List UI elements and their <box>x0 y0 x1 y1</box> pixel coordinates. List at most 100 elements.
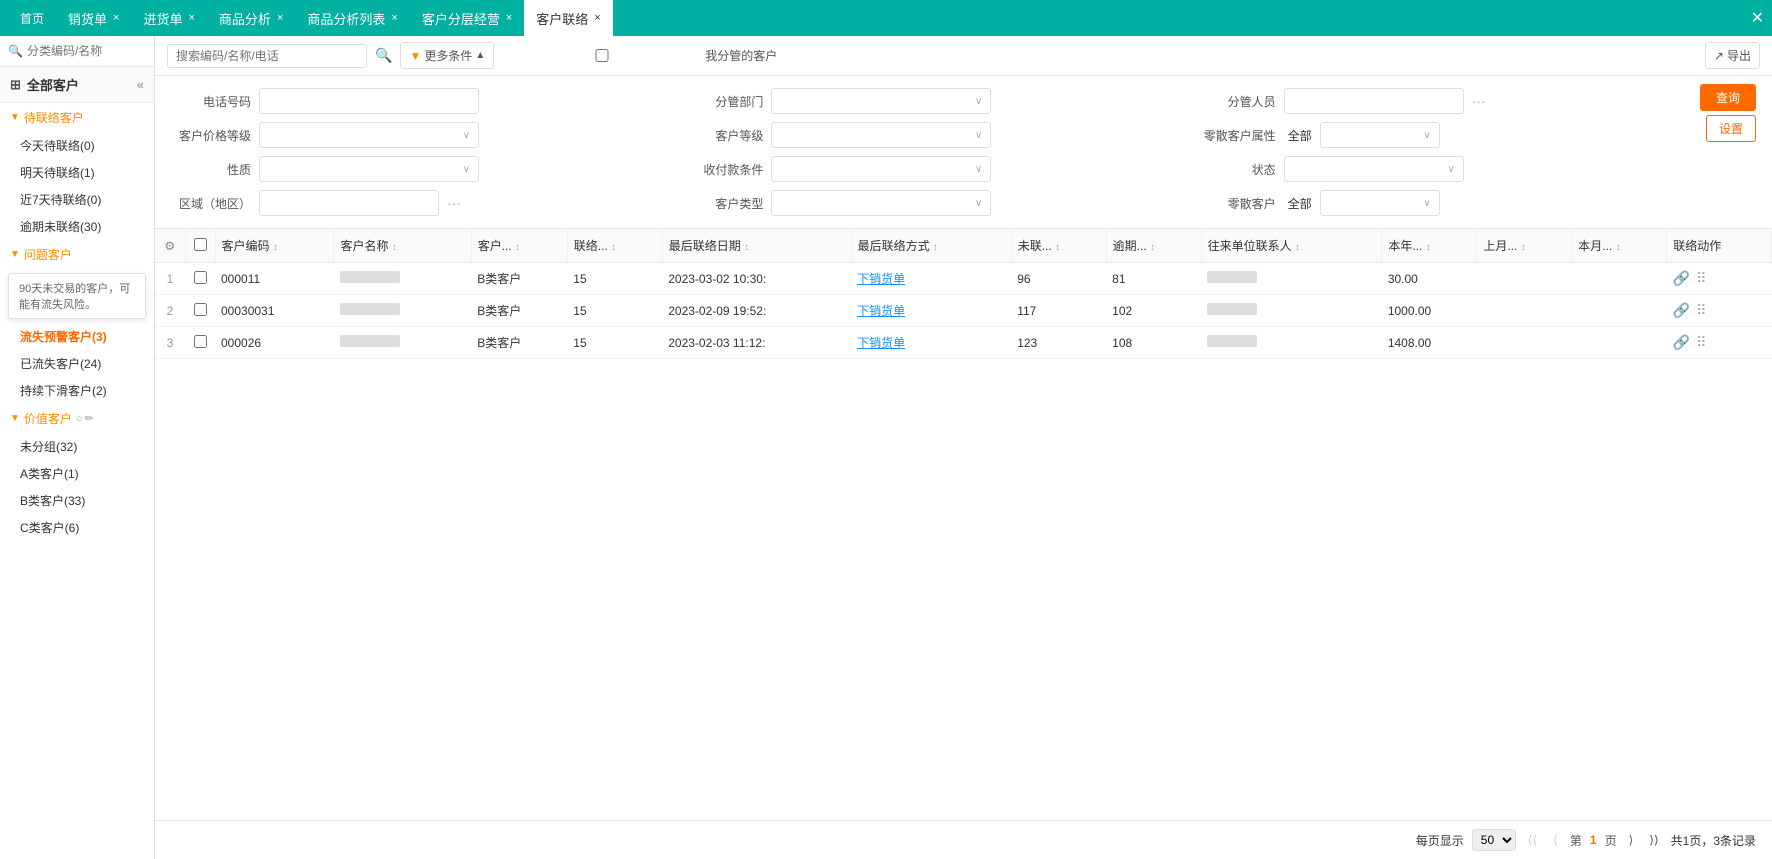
row-checkbox[interactable] <box>185 263 215 295</box>
close-all-btn[interactable]: ✕ <box>1751 8 1764 28</box>
sidebar-item-churned[interactable]: 已流失客户(24) <box>0 350 154 377</box>
th-gear[interactable]: ⚙ <box>155 229 185 263</box>
cell-last-contact-method[interactable]: 下销货单 <box>851 295 1011 327</box>
tab-purchase[interactable]: 进货单 × <box>131 0 206 36</box>
sidebar-group-pending[interactable]: ▼ 待联络客户 <box>0 103 154 132</box>
action-link-icon[interactable]: 🔗 <box>1673 334 1690 351</box>
cust-type-select[interactable]: ∨ <box>771 190 991 216</box>
phone-input[interactable] <box>259 88 479 114</box>
cell-last-contact-method[interactable]: 下销货单 <box>851 327 1011 359</box>
sidebar-collapse-btn[interactable]: « <box>137 77 144 92</box>
sidebar-item-today[interactable]: 今天待联络(0) <box>0 132 154 159</box>
sidebar-item-c-class[interactable]: C类客户(6) <box>0 514 154 541</box>
cell-contact: 15 <box>567 263 662 295</box>
action-link-icon[interactable]: 🔗 <box>1673 270 1690 287</box>
cust-level-select[interactable]: ∨ <box>771 122 991 148</box>
nature-select[interactable]: ∨ <box>259 156 479 182</box>
sidebar-item-tomorrow[interactable]: 明天待联络(1) <box>0 159 154 186</box>
action-more-icon[interactable]: ⠿ <box>1696 334 1706 351</box>
settings-button[interactable]: 设置 <box>1706 115 1756 142</box>
cell-last-contact-method[interactable]: 下销货单 <box>851 263 1011 295</box>
th-this-month[interactable]: 本月... ↕ <box>1572 229 1667 263</box>
tab-analysis[interactable]: 商品分析 × <box>207 0 295 36</box>
cell-this-month <box>1572 327 1667 359</box>
action-more-icon[interactable]: ⠿ <box>1696 270 1706 287</box>
sidebar-item-ungrouped[interactable]: 未分组(32) <box>0 433 154 460</box>
sort-method-icon: ↕ <box>933 242 938 253</box>
per-page-select[interactable]: 50 <box>1472 829 1516 851</box>
retail-attr-select[interactable]: ∨ <box>1320 122 1440 148</box>
query-button[interactable]: 查询 <box>1700 84 1756 111</box>
cell-unit-contact <box>1201 327 1382 359</box>
select-all-checkbox[interactable] <box>194 238 207 251</box>
home-tab[interactable]: 首页 <box>8 0 56 36</box>
payment-select[interactable]: ∨ <box>771 156 991 182</box>
chevron-retail-icon: ∨ <box>1423 130 1430 141</box>
filter-col-retail-attr: 零散客户属性 全部 ∨ <box>1196 122 1700 148</box>
dept-select[interactable]: ∨ <box>771 88 991 114</box>
next-page-btn[interactable]: ⟩ <box>1625 831 1638 849</box>
th-this-year[interactable]: 本年... ↕ <box>1382 229 1477 263</box>
payment-label: 收付款条件 <box>683 161 763 178</box>
sidebar-item-overdue[interactable]: 逾期未联络(30) <box>0 213 154 240</box>
th-name[interactable]: 客户名称 ↕ <box>334 229 471 263</box>
close-analysis-tab[interactable]: × <box>277 12 283 24</box>
gear-icon[interactable]: ⚙ <box>164 239 175 253</box>
th-not-contacted[interactable]: 未联... ↕ <box>1011 229 1106 263</box>
region-dots-btn[interactable]: ··· <box>447 195 461 211</box>
sidebar-group-problem[interactable]: ▼ 问题客户 <box>0 240 154 269</box>
manager-dots-btn[interactable]: ··· <box>1472 93 1486 109</box>
sidebar-item-declining[interactable]: 持续下滑客户(2) <box>0 377 154 404</box>
row-checkbox[interactable] <box>185 295 215 327</box>
manager-input[interactable] <box>1284 88 1464 114</box>
first-page-btn[interactable]: ⟨⟨ <box>1524 831 1541 849</box>
my-customers-checkbox[interactable]: 我分管的客户 <box>502 47 777 64</box>
sidebar-item-b-class[interactable]: B类客户(33) <box>0 487 154 514</box>
close-customer-contact-tab[interactable]: × <box>594 12 600 24</box>
action-link-icon[interactable]: 🔗 <box>1673 302 1690 319</box>
table-row: 3 000026 B类客户 15 2023-02-03 11:12: 下销货单 … <box>155 327 1772 359</box>
cell-contact: 15 <box>567 327 662 359</box>
price-level-select[interactable]: ∨ <box>259 122 479 148</box>
th-last-contact-date[interactable]: 最后联络日期 ↕ <box>662 229 851 263</box>
close-purchase-tab[interactable]: × <box>188 12 194 24</box>
prev-page-btn[interactable]: ⟨ <box>1549 831 1562 849</box>
th-code[interactable]: 客户编码 ↕ <box>215 229 334 263</box>
th-type[interactable]: 客户... ↕ <box>471 229 567 263</box>
value-group-edit-icon[interactable]: ○ <box>76 413 83 425</box>
tab-sales[interactable]: 销货单 × <box>56 0 131 36</box>
th-overdue[interactable]: 逾期... ↕ <box>1106 229 1201 263</box>
search-button[interactable]: 🔍 <box>375 47 392 64</box>
th-contact[interactable]: 联络... ↕ <box>567 229 662 263</box>
customer-table: ⚙ 客户编码 ↕ 客户名称 ↕ <box>155 229 1772 359</box>
close-analysis-list-tab[interactable]: × <box>391 12 397 24</box>
sidebar-item-churn-warning[interactable]: 流失预警客户(3) <box>0 323 154 350</box>
export-btn[interactable]: ↗ 导出 <box>1705 42 1760 69</box>
retail-select[interactable]: ∨ <box>1320 190 1440 216</box>
row-checkbox[interactable] <box>185 327 215 359</box>
filter-row-1: 电话号码 分管部门 ∨ 分管人员 <box>171 84 1700 118</box>
th-unit-contact[interactable]: 往来单位联系人 ↕ <box>1201 229 1382 263</box>
close-customer-tier-tab[interactable]: × <box>506 12 512 24</box>
th-last-contact-method[interactable]: 最后联络方式 ↕ <box>851 229 1011 263</box>
my-customers-check[interactable] <box>502 49 702 62</box>
tab-customer-tier[interactable]: 客户分层经营 × <box>410 0 524 36</box>
sidebar-group-value[interactable]: ▼ 价值客户 ○ ✏ <box>0 404 154 433</box>
sidebar-search-input[interactable] <box>27 44 146 58</box>
status-select[interactable]: ∨ <box>1284 156 1464 182</box>
action-more-icon[interactable]: ⠿ <box>1696 302 1706 319</box>
close-sales-tab[interactable]: × <box>113 12 119 24</box>
th-last-month[interactable]: 上月... ↕ <box>1477 229 1572 263</box>
last-page-btn[interactable]: ⟩⟩ <box>1645 831 1662 849</box>
more-filter-btn[interactable]: ▼ 更多条件 ▲ <box>400 42 494 69</box>
tab-customer-contact[interactable]: 客户联络 × <box>524 0 612 36</box>
sidebar-item-7days[interactable]: 近7天待联络(0) <box>0 186 154 213</box>
value-group-settings-icon[interactable]: ✏ <box>85 412 94 425</box>
filter-icon: ▼ <box>409 49 421 63</box>
sidebar-all-customers[interactable]: ⊞ 全部客户 « <box>0 67 154 103</box>
region-input[interactable] <box>259 190 439 216</box>
sidebar-item-a-class[interactable]: A类客户(1) <box>0 460 154 487</box>
search-input[interactable] <box>167 44 367 68</box>
tab-analysis-list[interactable]: 商品分析列表 × <box>295 0 409 36</box>
sort-contact-icon: ↕ <box>611 242 616 253</box>
